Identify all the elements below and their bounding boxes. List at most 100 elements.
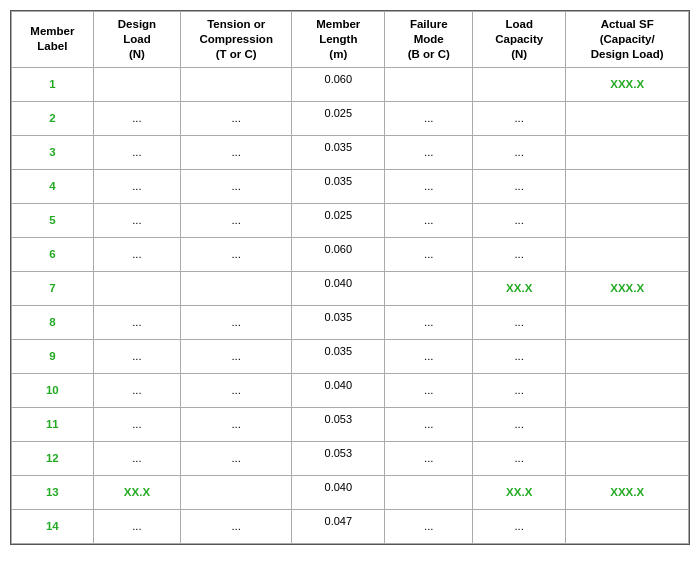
cell-load-capacity: ... xyxy=(473,509,566,543)
table-row: 10......0.040...... xyxy=(12,373,689,407)
cell-tension-compression: ... xyxy=(181,373,292,407)
header-member-label: MemberLabel xyxy=(12,12,94,68)
cell-member-label: 5 xyxy=(12,203,94,237)
header-tension-compression: Tension orCompression(T or C) xyxy=(181,12,292,68)
cell-member-label: 10 xyxy=(12,373,94,407)
cell-actual-sf: XXX.X xyxy=(566,67,689,101)
cell-actual-sf xyxy=(566,339,689,373)
cell-tension-compression xyxy=(181,475,292,509)
cell-actual-sf: XXX.X xyxy=(566,475,689,509)
cell-member-length: 0.040 xyxy=(292,373,385,407)
table-header-row: MemberLabel DesignLoad(N) Tension orComp… xyxy=(12,12,689,68)
cell-failure-mode: ... xyxy=(385,169,473,203)
cell-tension-compression: ... xyxy=(181,169,292,203)
cell-design-load: ... xyxy=(93,373,181,407)
table-row: 14......0.047...... xyxy=(12,509,689,543)
cell-design-load xyxy=(93,67,181,101)
cell-design-load: ... xyxy=(93,169,181,203)
cell-design-load: ... xyxy=(93,509,181,543)
cell-member-length: 0.035 xyxy=(292,305,385,339)
cell-member-label: 9 xyxy=(12,339,94,373)
cell-tension-compression: ... xyxy=(181,135,292,169)
cell-load-capacity: ... xyxy=(473,203,566,237)
cell-load-capacity: ... xyxy=(473,135,566,169)
header-actual-sf: Actual SF(Capacity/Design Load) xyxy=(566,12,689,68)
cell-member-label: 7 xyxy=(12,271,94,305)
cell-failure-mode: ... xyxy=(385,407,473,441)
cell-load-capacity: ... xyxy=(473,169,566,203)
cell-actual-sf xyxy=(566,509,689,543)
cell-member-length: 0.035 xyxy=(292,169,385,203)
cell-member-length: 0.035 xyxy=(292,339,385,373)
cell-member-label: 4 xyxy=(12,169,94,203)
cell-load-capacity: ... xyxy=(473,407,566,441)
cell-failure-mode: ... xyxy=(385,441,473,475)
cell-tension-compression: ... xyxy=(181,509,292,543)
cell-member-label: 11 xyxy=(12,407,94,441)
cell-actual-sf xyxy=(566,441,689,475)
cell-design-load: XX.X xyxy=(93,475,181,509)
table-row: 2......0.025...... xyxy=(12,101,689,135)
cell-member-label: 14 xyxy=(12,509,94,543)
cell-member-length: 0.025 xyxy=(292,101,385,135)
header-failure-mode: FailureMode(B or C) xyxy=(385,12,473,68)
cell-actual-sf xyxy=(566,135,689,169)
header-member-length: MemberLength(m) xyxy=(292,12,385,68)
cell-failure-mode: ... xyxy=(385,237,473,271)
cell-load-capacity: ... xyxy=(473,237,566,271)
cell-member-label: 2 xyxy=(12,101,94,135)
table-row: 7 0.040 XX.XXXX.X xyxy=(12,271,689,305)
cell-load-capacity: XX.X xyxy=(473,271,566,305)
cell-actual-sf: XXX.X xyxy=(566,271,689,305)
cell-tension-compression xyxy=(181,271,292,305)
cell-actual-sf xyxy=(566,237,689,271)
cell-load-capacity xyxy=(473,67,566,101)
cell-actual-sf xyxy=(566,169,689,203)
cell-design-load: ... xyxy=(93,135,181,169)
cell-tension-compression: ... xyxy=(181,237,292,271)
cell-design-load: ... xyxy=(93,101,181,135)
cell-failure-mode xyxy=(385,271,473,305)
table-row: 1 0.060 XXX.X xyxy=(12,67,689,101)
cell-failure-mode: ... xyxy=(385,339,473,373)
cell-load-capacity: ... xyxy=(473,373,566,407)
cell-member-length: 0.035 xyxy=(292,135,385,169)
cell-actual-sf xyxy=(566,305,689,339)
cell-failure-mode xyxy=(385,475,473,509)
cell-failure-mode: ... xyxy=(385,101,473,135)
table-row: 13XX.X0.040XX.XXXX.X xyxy=(12,475,689,509)
table-row: 6......0.060...... xyxy=(12,237,689,271)
cell-load-capacity: ... xyxy=(473,339,566,373)
cell-tension-compression: ... xyxy=(181,305,292,339)
cell-member-label: 6 xyxy=(12,237,94,271)
cell-member-label: 1 xyxy=(12,67,94,101)
cell-design-load xyxy=(93,271,181,305)
table-row: 3......0.035...... xyxy=(12,135,689,169)
cell-design-load: ... xyxy=(93,305,181,339)
cell-design-load: ... xyxy=(93,339,181,373)
cell-member-length: 0.040 xyxy=(292,271,385,305)
cell-tension-compression: ... xyxy=(181,339,292,373)
table-row: 8......0.035...... xyxy=(12,305,689,339)
header-design-load: DesignLoad(N) xyxy=(93,12,181,68)
cell-design-load: ... xyxy=(93,407,181,441)
cell-member-length: 0.060 xyxy=(292,67,385,101)
main-table-wrapper: MemberLabel DesignLoad(N) Tension orComp… xyxy=(10,10,690,545)
cell-load-capacity: ... xyxy=(473,101,566,135)
table-row: 5......0.025...... xyxy=(12,203,689,237)
cell-actual-sf xyxy=(566,203,689,237)
cell-member-length: 0.040 xyxy=(292,475,385,509)
cell-member-length: 0.025 xyxy=(292,203,385,237)
cell-actual-sf xyxy=(566,101,689,135)
cell-tension-compression: ... xyxy=(181,407,292,441)
table-row: 11......0.053...... xyxy=(12,407,689,441)
cell-actual-sf xyxy=(566,407,689,441)
cell-actual-sf xyxy=(566,373,689,407)
cell-load-capacity: ... xyxy=(473,441,566,475)
cell-failure-mode: ... xyxy=(385,305,473,339)
table-row: 9......0.035...... xyxy=(12,339,689,373)
cell-member-length: 0.053 xyxy=(292,441,385,475)
cell-member-label: 13 xyxy=(12,475,94,509)
cell-load-capacity: ... xyxy=(473,305,566,339)
cell-member-label: 8 xyxy=(12,305,94,339)
